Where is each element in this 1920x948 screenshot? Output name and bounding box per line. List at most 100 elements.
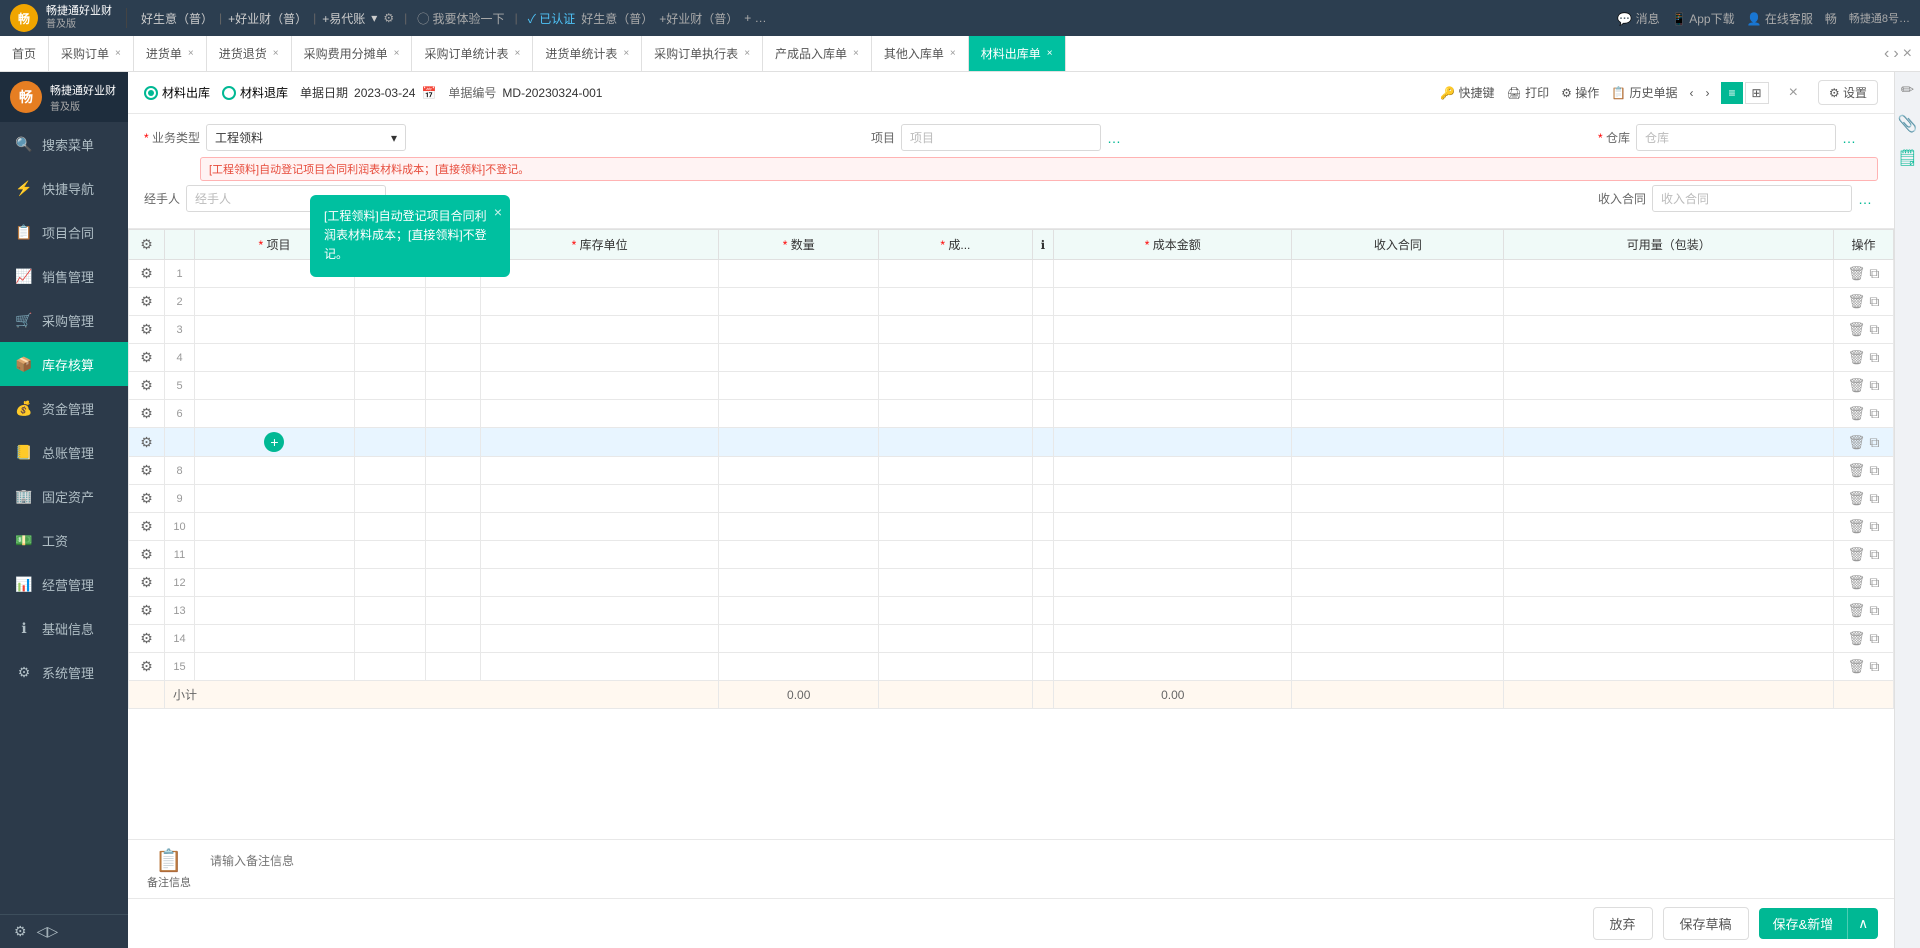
cost-amount-cell[interactable]: [1054, 428, 1292, 457]
row-delete-btn[interactable]: 🗑: [1848, 405, 1866, 422]
row-gear-icon[interactable]: ⚙: [140, 574, 153, 590]
tab-next[interactable]: ›: [1893, 45, 1898, 63]
tab-prev[interactable]: ‹: [1884, 45, 1889, 63]
prev-doc-btn[interactable]: ‹: [1689, 86, 1693, 100]
cost-cell[interactable]: [879, 541, 1032, 569]
sidebar-item-operations[interactable]: 📊 经营管理: [0, 562, 128, 606]
save-new-button[interactable]: 保存&新增: [1759, 908, 1848, 939]
stock-unit-cell[interactable]: [481, 513, 719, 541]
row-copy-btn[interactable]: ⧉: [1869, 434, 1879, 451]
income-contract-cell[interactable]: [1292, 653, 1504, 681]
project-cell[interactable]: [195, 485, 355, 513]
sidebar-item-inventory[interactable]: 📦 库存核算: [0, 342, 128, 386]
col3-cell[interactable]: [425, 485, 480, 513]
row-copy-btn[interactable]: ⧉: [1869, 658, 1879, 675]
income-contract-cell[interactable]: [1292, 569, 1504, 597]
cost-cell[interactable]: [879, 625, 1032, 653]
income-contract-input[interactable]: 收入合同: [1652, 185, 1852, 212]
stock-unit-cell[interactable]: [481, 372, 719, 400]
tab-close-4[interactable]: ×: [394, 48, 400, 59]
cost-amount-cell[interactable]: [1054, 372, 1292, 400]
cost-amount-cell[interactable]: [1054, 400, 1292, 428]
row-gear-icon[interactable]: ⚙: [140, 293, 153, 309]
view-list-btn[interactable]: ≡: [1721, 82, 1742, 104]
col3-cell[interactable]: [425, 288, 480, 316]
available-qty-cell[interactable]: [1504, 625, 1834, 653]
quantity-cell[interactable]: [719, 344, 879, 372]
right-panel-edit-icon[interactable]: ✏: [1901, 76, 1914, 104]
row-gear-icon[interactable]: ⚙: [140, 377, 153, 393]
income-contract-cell[interactable]: [1292, 260, 1504, 288]
nav-app-download[interactable]: 📱 App下载: [1672, 10, 1735, 27]
income-contract-cell[interactable]: [1292, 457, 1504, 485]
stock-unit-cell[interactable]: [481, 653, 719, 681]
row-gear-icon[interactable]: ⚙: [140, 405, 153, 421]
available-qty-cell[interactable]: [1504, 428, 1834, 457]
quantity-cell[interactable]: [719, 288, 879, 316]
operation-btn[interactable]: ⚙ 操作: [1561, 84, 1599, 101]
col2-cell[interactable]: [354, 316, 425, 344]
available-qty-cell[interactable]: [1504, 541, 1834, 569]
sidebar-item-system[interactable]: ⚙ 系统管理: [0, 650, 128, 694]
project-input[interactable]: 项目: [901, 124, 1101, 151]
available-qty-cell[interactable]: [1504, 344, 1834, 372]
row-gear-icon[interactable]: ⚙: [140, 602, 153, 618]
project-cell[interactable]: [195, 541, 355, 569]
available-qty-cell[interactable]: [1504, 485, 1834, 513]
nav-link-2[interactable]: +易代账: [322, 10, 365, 27]
col3-cell[interactable]: [425, 344, 480, 372]
stock-unit-cell[interactable]: [481, 569, 719, 597]
tab-close-9[interactable]: ×: [950, 48, 956, 59]
tab-material-outbound[interactable]: 材料出库单 ×: [969, 36, 1066, 72]
nav-customer-service[interactable]: 👤 在线客服: [1747, 10, 1813, 27]
quantity-cell[interactable]: [719, 485, 879, 513]
tab-close-6[interactable]: ×: [623, 48, 629, 59]
row-copy-btn[interactable]: ⧉: [1869, 349, 1879, 366]
stock-unit-cell[interactable]: [481, 541, 719, 569]
cost-cell[interactable]: [879, 485, 1032, 513]
stock-unit-cell[interactable]: [481, 597, 719, 625]
project-cell[interactable]: [195, 457, 355, 485]
col3-cell[interactable]: [425, 428, 480, 457]
row-delete-btn[interactable]: 🗑: [1848, 490, 1866, 507]
sidebar-item-basic-info[interactable]: ℹ 基础信息: [0, 606, 128, 650]
tab-close-10[interactable]: ×: [1047, 48, 1053, 59]
row-delete-btn[interactable]: 🗑: [1848, 349, 1866, 366]
stock-unit-cell[interactable]: [481, 288, 719, 316]
col2-cell[interactable]: [354, 625, 425, 653]
cost-amount-cell[interactable]: [1054, 625, 1292, 653]
cost-amount-cell[interactable]: [1054, 485, 1292, 513]
tab-close-8[interactable]: ×: [853, 48, 859, 59]
col3-cell[interactable]: [425, 625, 480, 653]
tooltip-close-btn[interactable]: ×: [494, 201, 502, 223]
row-delete-btn[interactable]: 🗑: [1848, 658, 1866, 675]
business-type-input[interactable]: 工程领料 ▾: [206, 124, 406, 151]
quantity-cell[interactable]: [719, 316, 879, 344]
sidebar-item-nav[interactable]: ⚡ 快捷导航: [0, 166, 128, 210]
quantity-cell[interactable]: [719, 457, 879, 485]
available-qty-cell[interactable]: [1504, 288, 1834, 316]
income-contract-cell[interactable]: [1292, 288, 1504, 316]
row-gear-icon[interactable]: ⚙: [140, 658, 153, 674]
next-doc-btn[interactable]: ›: [1705, 86, 1709, 100]
cost-cell[interactable]: [879, 513, 1032, 541]
available-qty-cell[interactable]: [1504, 513, 1834, 541]
row-delete-btn[interactable]: 🗑: [1848, 630, 1866, 647]
stock-unit-cell[interactable]: [481, 457, 719, 485]
row-delete-btn[interactable]: 🗑: [1848, 462, 1866, 479]
tab-purchase-cost[interactable]: 采购费用分摊单 ×: [292, 36, 413, 72]
nav-good-biz-2[interactable]: +好业财（普）: [659, 10, 738, 27]
discard-button[interactable]: 放弃: [1593, 907, 1653, 940]
quantity-cell[interactable]: [719, 428, 879, 457]
available-qty-cell[interactable]: [1504, 316, 1834, 344]
sidebar-collapse-btn[interactable]: ◁▷: [37, 923, 59, 940]
sidebar-settings-btn[interactable]: ⚙: [14, 923, 27, 940]
col3-cell[interactable]: [425, 541, 480, 569]
tab-other-inbound[interactable]: 其他入库单 ×: [872, 36, 969, 72]
cost-cell[interactable]: [879, 457, 1032, 485]
row-copy-btn[interactable]: ⧉: [1869, 405, 1879, 422]
stock-unit-cell[interactable]: [481, 344, 719, 372]
available-qty-cell[interactable]: [1504, 372, 1834, 400]
project-cell[interactable]: [195, 400, 355, 428]
col2-cell[interactable]: [354, 457, 425, 485]
